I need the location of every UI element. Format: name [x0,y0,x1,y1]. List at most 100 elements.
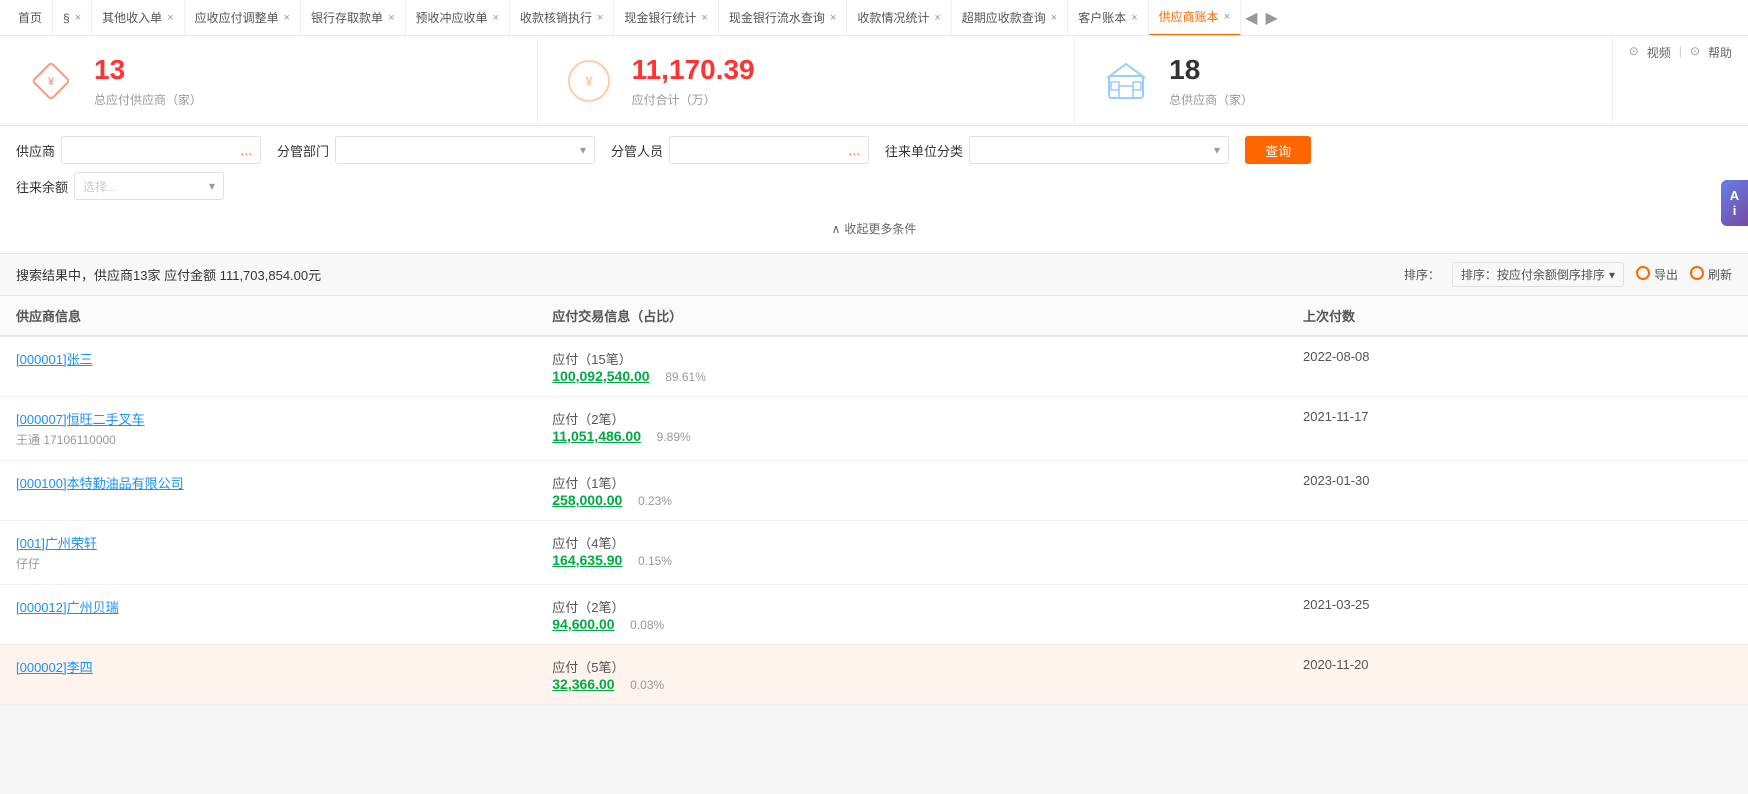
nav-tab-2[interactable]: § × [53,0,92,36]
query-button[interactable]: 查询 [1245,136,1311,164]
filter-row-2: 往来余额 选择... ▾ [16,172,1732,200]
nav-tab-prepayment[interactable]: 预收冲应收单 × [406,0,510,36]
video-link[interactable]: 视频 [1647,44,1671,61]
table-row: [000002]李四 应付（5笔） 32,366.00 0.03% 2020-1… [0,645,1748,705]
supplier-link[interactable]: [000001]张三 [16,352,93,367]
close-icon[interactable]: × [284,12,290,24]
stat-total-suppliers: 18 总供应商（家） [1075,36,1613,125]
table-header: 供应商信息 应付交易信息（占比） 上次付数 [0,296,1748,337]
close-icon[interactable]: × [830,12,836,24]
dots-icon-2[interactable]: ... [848,142,860,158]
filter-category: 往来单位分类 ▾ [885,136,1229,164]
close-icon[interactable]: × [701,12,707,24]
trans-label: 应付（15笔） [552,349,1303,368]
category-label: 往来单位分类 [885,141,963,160]
close-icon[interactable]: × [493,12,499,24]
refresh-button[interactable]: 刷新 [1690,266,1732,283]
trans-amount[interactable]: 32,366.00 [552,676,614,692]
close-icon[interactable]: × [1051,12,1057,24]
nav-tab-supplier-account[interactable]: 供应商账本 × [1149,0,1241,36]
trans-amount[interactable]: 11,051,486.00 [552,428,641,444]
trans-label: 应付（1笔） [552,473,1303,492]
trans-amount[interactable]: 164,635.90 [552,552,622,568]
dept-label: 分管部门 [277,141,329,160]
collapse-button[interactable]: ∧ 收起更多条件 [820,216,929,241]
stats-row: ¥ 13 总应付供应商（家） ¥ 11,170.39 应付合计（万） [0,36,1748,126]
close-icon[interactable]: × [597,12,603,24]
close-icon[interactable]: × [934,12,940,24]
nav-prev-arrow[interactable]: ◀ [1241,8,1261,28]
lastpay-cell: 2021-11-17 [1303,409,1732,424]
stat-label-payable-amount: 应付合计（万） [632,91,755,108]
filter-dept: 分管部门 ▾ [277,136,595,164]
supplier-input[interactable]: ... [61,136,261,164]
nav-tab-collection-stats[interactable]: 收款情况统计 × [847,0,951,36]
trans-amount[interactable]: 100,092,540.00 [552,368,649,384]
trans-amount[interactable]: 94,600.00 [552,616,614,632]
top-navigation: 首页 § × 其他收入单 × 应收应付调整单 × 银行存取款单 × 预收冲应收单… [0,0,1748,36]
stat-total-payable-suppliers: ¥ 13 总应付供应商（家） [0,36,538,125]
nav-tab-cash-bank-stats[interactable]: 现金银行统计 × [614,0,718,36]
nav-tab-adjustment[interactable]: 应收应付调整单 × [185,0,301,36]
balance-select[interactable]: 选择... ▾ [74,172,224,200]
transaction-cell: 应付（1笔） 258,000.00 0.23% [552,473,1303,508]
supplier-sub: 王通 17106110000 [16,431,552,448]
table-row: [000100]本特勤油品有限公司 应付（1笔） 258,000.00 0.23… [0,461,1748,521]
stat-total-payable-amount: ¥ 11,170.39 应付合计（万） [538,36,1076,125]
transaction-cell: 应付（4笔） 164,635.90 0.15% [552,533,1303,568]
trans-percent: 0.08% [630,618,664,632]
close-icon[interactable]: × [1131,12,1137,24]
supplier-link[interactable]: [000007]恒旺二手叉车 [16,412,145,427]
nav-tab-customer-account[interactable]: 客户账本 × [1068,0,1148,36]
dept-input[interactable]: ▾ [335,136,595,164]
supplier-link[interactable]: [000012]广州贝瑞 [16,600,119,615]
supplier-link[interactable]: [000100]本特勤油品有限公司 [16,476,184,491]
filter-person: 分管人员 ... [611,136,869,164]
trans-label: 应付（5笔） [552,657,1303,676]
trans-amount[interactable]: 258,000.00 [552,492,622,508]
col-header-transaction: 应付交易信息（占比） [552,306,1303,325]
ai-badge[interactable]: Ai [1721,180,1748,226]
close-icon[interactable]: × [1224,11,1230,23]
transaction-cell: 应付（2笔） 94,600.00 0.08% [552,597,1303,632]
nav-tab-overdue-query[interactable]: 超期应收款查询 × [952,0,1068,36]
lastpay-cell: 2022-08-08 [1303,349,1732,364]
balance-placeholder: 选择... [83,178,117,195]
export-button[interactable]: 导出 [1636,266,1678,283]
lastpay-date: 2023-01-30 [1303,473,1370,488]
person-input[interactable]: ... [669,136,869,164]
stat-number-payable-amount: 11,170.39 [632,53,755,87]
result-info-text: 搜索结果中，供应商13家 应付金额 111,703,854.00元 [16,265,321,284]
help-link[interactable]: 帮助 [1708,44,1732,61]
dots-icon[interactable]: ... [240,142,252,158]
table-row: [000007]恒旺二手叉车 王通 17106110000 应付（2笔） 11,… [0,397,1748,461]
nav-tab-bank-deposit[interactable]: 银行存取款单 × [301,0,405,36]
supplier-link[interactable]: [001]广州荣轩 [16,536,97,551]
close-icon[interactable]: × [75,12,81,24]
close-icon[interactable]: × [388,12,394,24]
supplier-cell: [000100]本特勤油品有限公司 [16,473,552,492]
trans-percent: 0.23% [638,494,672,508]
nav-tab-collection[interactable]: 收款核销执行 × [510,0,614,36]
nav-tab-cash-bank-flow[interactable]: 现金银行流水查询 × [719,0,847,36]
nav-tab-other-income[interactable]: 其他收入单 × [92,0,184,36]
sort-select[interactable]: 排序：按应付余额倒序排序 ▾ [1452,262,1624,287]
chevron-down-icon-2: ▾ [1214,143,1220,157]
supplier-label: 供应商 [16,141,55,160]
lastpay-date: 2022-08-08 [1303,349,1370,364]
transaction-cell: 应付（2笔） 11,051,486.00 9.89% [552,409,1303,444]
person-label: 分管人员 [611,141,663,160]
svg-text:¥: ¥ [48,76,55,88]
nav-tab-home[interactable]: 首页 [8,0,53,36]
supplier-sub: 仔仔 [16,555,552,572]
supplier-link[interactable]: [000002]李四 [16,660,93,675]
nav-next-arrow[interactable]: ▶ [1261,8,1281,28]
lastpay-cell: 2021-03-25 [1303,597,1732,612]
balance-label: 往来余额 [16,177,68,196]
category-input[interactable]: ▾ [969,136,1229,164]
table-row: [000001]张三 应付（15笔） 100,092,540.00 89.61%… [0,337,1748,397]
circle-icon: ⊙ [1629,44,1639,58]
filter-balance: 往来余额 选择... ▾ [16,172,224,200]
star-icon: ¥ [562,54,616,108]
close-icon[interactable]: × [167,12,173,24]
